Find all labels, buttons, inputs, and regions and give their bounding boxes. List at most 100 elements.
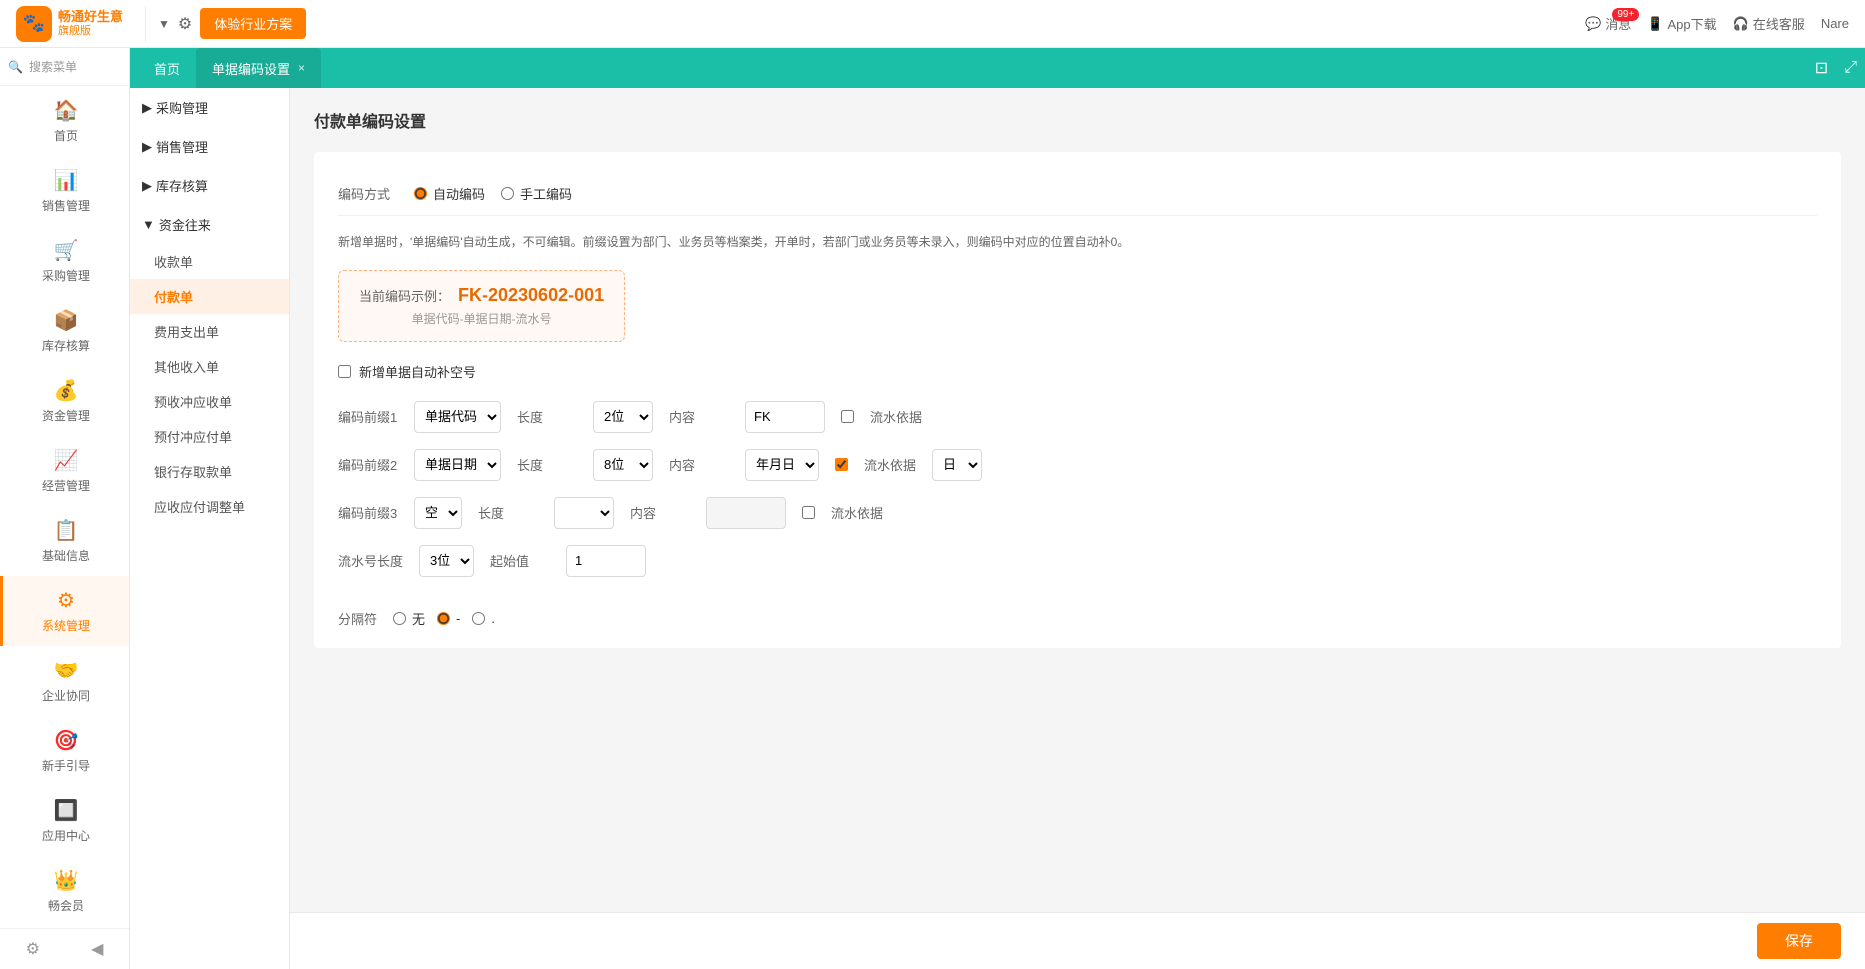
encode-radio-group: 自动编码 手工编码 (414, 184, 572, 203)
sub-group-sales: ▶ 销售管理 (130, 127, 289, 166)
form-card: 编码方式 自动编码 手工编码 (314, 152, 1841, 648)
tab-expand-icon[interactable]: ⊡ (1815, 58, 1828, 78)
content1-input[interactable] (745, 401, 825, 433)
tab-close-icon[interactable]: × (298, 61, 305, 75)
chevron-down-icon: ▼ (142, 217, 155, 232)
sidebar-search[interactable]: 🔍 搜索菜单 (0, 48, 129, 86)
sidebar-bottom: ⚙ ◀ (0, 928, 129, 969)
sidebar-item-guide[interactable]: 🎯 新手引导 (0, 716, 129, 786)
sidebar-item-member[interactable]: 👑 畅会员 (0, 856, 129, 926)
separator-row: 分隔符 无 - (338, 609, 1817, 628)
sep-dash-input[interactable] (437, 612, 450, 625)
sidebar-item-purchase[interactable]: 🛒 采购管理 (0, 226, 129, 296)
operation-icon: 📈 (54, 448, 79, 473)
separator-radio-group: 无 - . (393, 609, 495, 628)
flow3-checkbox[interactable] (802, 506, 815, 519)
topbar-left: 🐾 畅通好生意 旗舰版 ▼ ⚙ 体验行业方案 (16, 6, 306, 42)
sub-item-payment[interactable]: 付款单 (130, 279, 289, 314)
flow2-checkbox[interactable] (835, 458, 848, 471)
sidebar-item-system[interactable]: ⚙ 系统管理 (0, 576, 129, 646)
layout: 🔍 搜索菜单 🏠 首页 📊 销售管理 🛒 采购管理 📦 库存核算 💰 资金管理 … (0, 0, 1865, 969)
tab-home[interactable]: 首页 (138, 48, 196, 88)
encode-manual-input[interactable] (501, 187, 514, 200)
nav-dropdown-arrow[interactable]: ▼ (158, 17, 170, 31)
message-icon: 💬 (1585, 16, 1601, 32)
start-value-label: 起始值 (490, 551, 550, 570)
online-service-button[interactable]: 🎧 在线客服 (1733, 14, 1805, 33)
serial-length-select[interactable]: 3位 (419, 545, 474, 577)
length2-select[interactable]: 8位 (593, 449, 653, 481)
sub-item-other-income[interactable]: 其他收入单 (130, 349, 289, 384)
appstore-icon: 🔲 (54, 798, 79, 823)
sep-dash-radio[interactable]: - (437, 611, 460, 626)
sub-item-receipt[interactable]: 收款单 (130, 244, 289, 279)
encode-method-label: 编码方式 (338, 184, 390, 203)
sub-item-prepay-receive[interactable]: 预收冲应收单 (130, 384, 289, 419)
sidebar-settings-icon[interactable]: ⚙ (26, 939, 40, 959)
system-icon: ⚙ (57, 588, 75, 613)
length1-select[interactable]: 2位 (593, 401, 653, 433)
length3-label: 长度 (478, 503, 538, 522)
app-download-button[interactable]: 📱 App下载 (1647, 14, 1716, 33)
encode-manual-radio[interactable]: 手工编码 (501, 184, 572, 203)
sep-dot-radio[interactable]: . (472, 611, 495, 626)
sub-item-ap-adjust[interactable]: 应收应付调整单 (130, 489, 289, 524)
auto-fill-row: 新增单据自动补空号 (338, 362, 1817, 381)
encode-method-row: 编码方式 自动编码 手工编码 (338, 172, 1817, 216)
sub-group-purchase-title[interactable]: ▶ 采购管理 (130, 88, 289, 127)
tab-encode-settings[interactable]: 单据编码设置 × (196, 48, 321, 88)
flow1-checkbox[interactable] (841, 410, 854, 423)
flow2-label: 流水依据 (864, 455, 916, 474)
chevron-right-icon3: ▶ (142, 178, 152, 194)
sidebar-item-base[interactable]: 📋 基础信息 (0, 506, 129, 576)
sub-item-prepay-pay[interactable]: 预付冲应付单 (130, 419, 289, 454)
search-icon: 🔍 (8, 60, 23, 74)
example-label: 当前编码示例： (359, 286, 450, 305)
serial-length-label: 流水号长度 (338, 551, 403, 570)
settings-icon[interactable]: ⚙ (178, 14, 192, 34)
sidebar-item-sales[interactable]: 📊 销售管理 (0, 156, 129, 226)
inventory-icon: 📦 (54, 308, 79, 333)
sales-icon: 📊 (54, 168, 79, 193)
experience-button[interactable]: 体验行业方案 (200, 8, 306, 39)
encode-auto-radio[interactable]: 自动编码 (414, 184, 485, 203)
sidebar-item-inventory[interactable]: 📦 库存核算 (0, 296, 129, 366)
topbar-controls: ▼ ⚙ 体验行业方案 (158, 8, 306, 39)
sidebar-item-home[interactable]: 🏠 首页 (0, 86, 129, 156)
member-icon: 👑 (54, 868, 79, 893)
sidebar-item-appstore[interactable]: 🔲 应用中心 (0, 786, 129, 856)
sub-group-capital-title[interactable]: ▼ 资金往来 (130, 205, 289, 244)
content2-select[interactable]: 年月日 (745, 449, 819, 481)
prefix1-select[interactable]: 单据代码 (414, 401, 501, 433)
sep-none-radio[interactable]: 无 (393, 609, 425, 628)
sep-none-input[interactable] (393, 612, 406, 625)
sidebar-collapse-icon[interactable]: ◀ (91, 939, 103, 959)
flow2-period-select[interactable]: 日 (932, 449, 982, 481)
prefix3-select[interactable]: 空 (414, 497, 462, 529)
sidebar-item-enterprise[interactable]: 🤝 企业协同 (0, 646, 129, 716)
length3-select[interactable] (554, 497, 614, 529)
form-row-serial: 流水号长度 3位 起始值 (338, 545, 1817, 577)
sidebar-item-finance[interactable]: 💰 资金管理 (0, 366, 129, 436)
tab-maximize-icon[interactable]: ⤢ (1844, 59, 1857, 77)
length2-label: 长度 (517, 455, 577, 474)
sidebar-item-operation[interactable]: 📈 经营管理 (0, 436, 129, 506)
save-button[interactable]: 保存 (1757, 923, 1841, 959)
sep-dot-input[interactable] (472, 612, 485, 625)
prefix2-select[interactable]: 单据日期 (414, 449, 501, 481)
length1-label: 长度 (517, 407, 577, 426)
enterprise-icon: 🤝 (54, 658, 79, 683)
content3-input[interactable] (706, 497, 786, 529)
sub-group-inventory-title[interactable]: ▶ 库存核算 (130, 166, 289, 205)
sub-group-sales-title[interactable]: ▶ 销售管理 (130, 127, 289, 166)
user-name[interactable]: Nare (1821, 16, 1849, 31)
sub-item-expense[interactable]: 费用支出单 (130, 314, 289, 349)
sub-item-bank-deposit[interactable]: 银行存取款单 (130, 454, 289, 489)
message-badge: 99+ (1612, 8, 1639, 21)
auto-fill-checkbox[interactable] (338, 365, 351, 378)
message-button[interactable]: 💬 消息 99+ (1585, 14, 1631, 33)
start-value-input[interactable] (566, 545, 646, 577)
content3-label: 内容 (630, 503, 690, 522)
encode-auto-input[interactable] (414, 187, 427, 200)
code-example-box: 当前编码示例： FK-20230602-001 单据代码-单据日期-流水号 (338, 270, 625, 342)
